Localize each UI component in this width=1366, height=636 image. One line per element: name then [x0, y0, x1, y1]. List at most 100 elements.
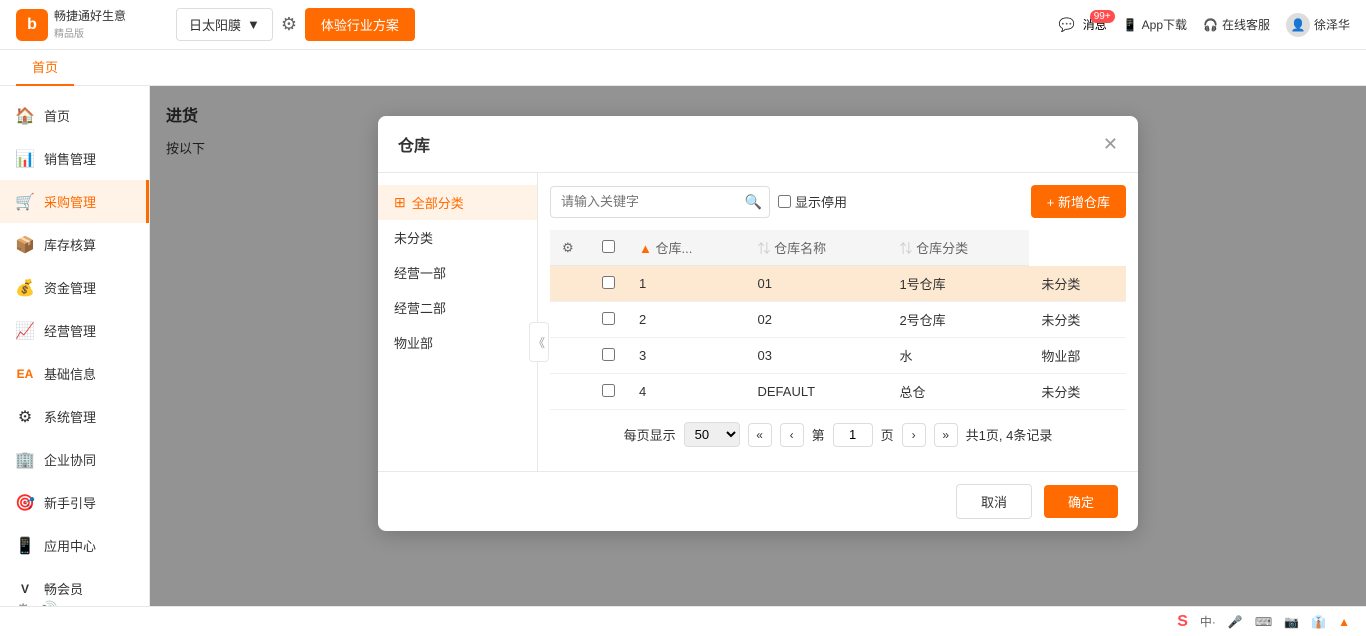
- row-index: 1: [627, 266, 746, 302]
- page-number-input[interactable]: [833, 423, 873, 447]
- enterprise-icon: 🏢: [16, 451, 34, 469]
- sidebar-item-operations[interactable]: 📈 经营管理: [0, 309, 149, 352]
- home-tab-label: 首页: [32, 57, 58, 76]
- sidebar-label-enterprise: 企业协同: [44, 450, 96, 469]
- category-ops2[interactable]: 经营二部: [378, 290, 537, 325]
- row-checkbox[interactable]: [590, 302, 627, 338]
- system-icon: ⚙: [16, 408, 34, 426]
- headset-icon: 🎧: [1203, 18, 1218, 32]
- sidebar-label-sales: 销售管理: [44, 149, 96, 168]
- category-all[interactable]: ⊞ 全部分类: [378, 185, 537, 220]
- last-page-button[interactable]: »: [934, 423, 958, 447]
- nav-tab-home[interactable]: 首页: [16, 50, 74, 86]
- nav-tabs: 首页: [0, 50, 1366, 86]
- show-disabled-label[interactable]: 显示停用: [778, 192, 847, 211]
- sidebar-label-apps: 应用中心: [44, 536, 96, 555]
- message-button[interactable]: 💬 99+ 消息: [1059, 16, 1107, 33]
- sidebar-label-purchase: 采购管理: [44, 192, 96, 211]
- page-label: 第: [812, 425, 825, 444]
- mic-icon[interactable]: 🎤: [1228, 615, 1243, 629]
- sidebar-label-guide: 新手引导: [44, 493, 96, 512]
- per-page-select[interactable]: 50 20 100: [684, 422, 740, 447]
- collapse-icon: 《: [533, 334, 545, 351]
- table-row: 3 03 水 物业部: [550, 338, 1126, 374]
- collapse-panel-button[interactable]: 《: [529, 322, 549, 362]
- sidebar-label-basic: 基础信息: [44, 364, 96, 383]
- row-name: 总仓: [887, 374, 1029, 410]
- settings-button[interactable]: ⚙: [273, 9, 305, 41]
- pagination: 每页显示 50 20 100 « ‹ 第 页 ›: [550, 410, 1126, 459]
- dialog-body: ⊞ 全部分类 未分类 经营一部 经营二部 物业部: [378, 173, 1138, 471]
- row-index: 4: [627, 374, 746, 410]
- modal-overlay: 仓库 ✕ ⊞ 全部分类 未分类 经营一: [150, 86, 1366, 636]
- camera-icon[interactable]: 📷: [1284, 615, 1299, 629]
- sales-icon: 📊: [16, 150, 34, 168]
- content-area: 进货 按以下 仓库 ✕ ⊞ 全部分类: [150, 86, 1366, 636]
- triangle-icon[interactable]: ▲: [1338, 615, 1350, 629]
- avatar: 👤: [1286, 13, 1310, 37]
- category-property[interactable]: 物业部: [378, 325, 537, 360]
- dialog-close-button[interactable]: ✕: [1103, 134, 1118, 155]
- category-ops1-label: 经营一部: [394, 263, 446, 282]
- row-checkbox[interactable]: [590, 374, 627, 410]
- col-checkbox: [590, 230, 627, 266]
- header-actions: 💬 99+ 消息 📱 App下载 🎧 在线客服 👤 徐泽华: [1059, 13, 1350, 37]
- col-code: ▲ 仓库...: [627, 230, 746, 266]
- keyboard-icon[interactable]: ⌨: [1255, 615, 1272, 629]
- row-code: DEFAULT: [746, 374, 888, 410]
- logo-icon: b: [16, 9, 48, 41]
- sidebar-item-sales[interactable]: 📊 销售管理: [0, 137, 149, 180]
- sidebar-label-finance: 资金管理: [44, 278, 96, 297]
- row-name: 水: [887, 338, 1029, 374]
- prev-page-button[interactable]: ‹: [780, 423, 804, 447]
- first-page-button[interactable]: «: [748, 423, 772, 447]
- row-checkbox[interactable]: [590, 266, 627, 302]
- sort-up-icon: ▲: [639, 241, 652, 256]
- home-icon: 🏠: [16, 107, 34, 125]
- sidebar-item-system[interactable]: ⚙ 系统管理: [0, 395, 149, 438]
- sidebar-label-inventory: 库存核算: [44, 235, 96, 254]
- message-badge: 99+: [1090, 10, 1115, 23]
- table-row: 2 02 2号仓库 未分类: [550, 302, 1126, 338]
- main-layout: 🏠 首页 📊 销售管理 🛒 采购管理 📦 库存核算 💰 资金管理 📈 经营管理 …: [0, 86, 1366, 636]
- confirm-button[interactable]: 确定: [1044, 485, 1118, 518]
- select-all-checkbox[interactable]: [602, 240, 615, 253]
- sidebar-item-home[interactable]: 🏠 首页: [0, 94, 149, 137]
- shirt-icon[interactable]: 👔: [1311, 615, 1326, 629]
- sidebar-item-finance[interactable]: 💰 资金管理: [0, 266, 149, 309]
- store-dropdown-icon: ▼: [247, 17, 260, 32]
- app-download-button[interactable]: 📱 App下载: [1123, 16, 1187, 33]
- show-disabled-text: 显示停用: [795, 192, 847, 211]
- status-bar: S 中· 🎤 ⌨ 📷 👔 ▲: [0, 606, 1366, 636]
- sidebar-item-apps[interactable]: 📱 应用中心: [0, 524, 149, 567]
- row-name: 1号仓库: [887, 266, 1029, 302]
- next-page-button[interactable]: ›: [902, 423, 926, 447]
- table-row: 4 DEFAULT 总仓 未分类: [550, 374, 1126, 410]
- row-checkbox[interactable]: [590, 338, 627, 374]
- status-text: 中·: [1200, 613, 1216, 630]
- sidebar-item-purchase[interactable]: 🛒 采购管理: [0, 180, 149, 223]
- col-category: ⇅ 仓库分类: [887, 230, 1029, 266]
- add-warehouse-button[interactable]: + 新增仓库: [1031, 185, 1126, 218]
- show-disabled-checkbox[interactable]: [778, 195, 791, 208]
- row-index: 3: [627, 338, 746, 374]
- warehouse-table: ⚙ ▲ 仓库...: [550, 230, 1126, 410]
- cancel-button[interactable]: 取消: [956, 484, 1032, 519]
- sidebar-item-basic[interactable]: EA 基础信息: [0, 352, 149, 395]
- sidebar-item-guide[interactable]: 🎯 新手引导: [0, 481, 149, 524]
- row-category: 未分类: [1029, 266, 1126, 302]
- row-code: 03: [746, 338, 888, 374]
- sidebar-item-inventory[interactable]: 📦 库存核算: [0, 223, 149, 266]
- row-gear: [550, 302, 590, 338]
- store-selector[interactable]: 日太阳膜 ▼: [176, 8, 273, 41]
- category-unclassified[interactable]: 未分类: [378, 220, 537, 255]
- user-profile-button[interactable]: 👤 徐泽华: [1286, 13, 1350, 37]
- trial-button[interactable]: 体验行业方案: [305, 8, 415, 41]
- dialog-title: 仓库: [398, 132, 430, 156]
- row-index: 2: [627, 302, 746, 338]
- online-service-button[interactable]: 🎧 在线客服: [1203, 16, 1270, 33]
- sidebar-item-enterprise[interactable]: 🏢 企业协同: [0, 438, 149, 481]
- search-input[interactable]: [550, 186, 770, 218]
- row-gear: [550, 374, 590, 410]
- category-ops1[interactable]: 经营一部: [378, 255, 537, 290]
